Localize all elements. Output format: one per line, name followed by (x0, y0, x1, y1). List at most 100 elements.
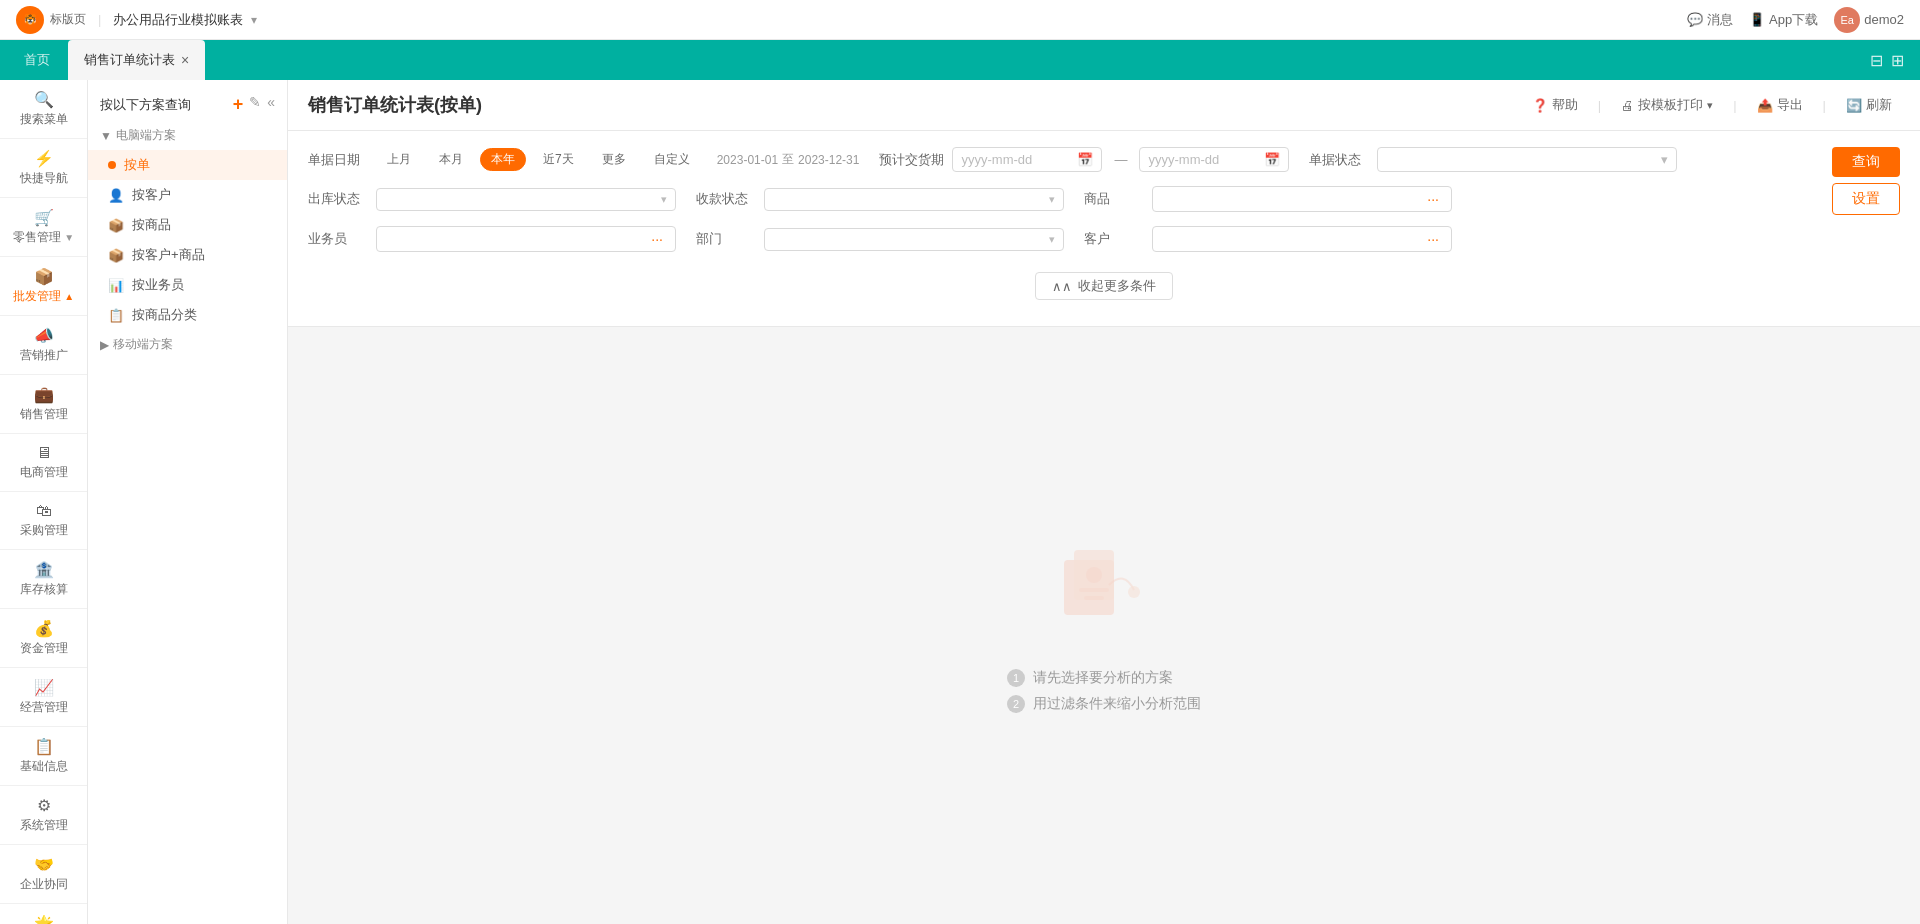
ship-status-select[interactable]: ▾ (376, 188, 676, 211)
sales-label: 销售管理 (20, 407, 68, 421)
sidebar-item-search-menu[interactable]: 🔍 搜索菜单 (0, 80, 87, 139)
message-label: 消息 (1707, 11, 1733, 29)
help-button[interactable]: ❓ 帮助 (1524, 92, 1586, 118)
shortcut-more[interactable]: 更多 (591, 148, 637, 171)
edit-scheme-button[interactable]: ✎ (249, 94, 261, 115)
hint-num-2: 2 (1007, 695, 1025, 713)
expected-date-to-input[interactable]: yyyy-mm-dd 📅 (1139, 147, 1289, 172)
tree-item-by-cust-goods[interactable]: 📦 按客户+商品 (88, 240, 287, 270)
sidebar-item-sales-mgmt[interactable]: 💼 销售管理 (0, 375, 87, 434)
maximize-icon[interactable]: ⊞ (1891, 51, 1904, 70)
sidebar-item-ecommerce[interactable]: 🖥 电商管理 (0, 434, 87, 492)
system-icon: ⚙ (0, 796, 87, 815)
right-main: 销售订单统计表(按单) ❓ 帮助 | 🖨 按模板打印 ▾ | 📤 (288, 80, 1920, 924)
page-title: 销售订单统计表(按单) (308, 93, 482, 117)
system-label: 系统管理 (20, 818, 68, 832)
shortcut-custom[interactable]: 自定义 (643, 148, 701, 171)
sidebar-item-enterprise[interactable]: 🤝 企业协同 (0, 845, 87, 904)
user-label: demo2 (1864, 12, 1904, 27)
logo-text: 🐯 (24, 14, 36, 25)
empty-hint-1: 1 请先选择要分析的方案 (1007, 669, 1201, 687)
by-customer-icon: 👤 (108, 188, 124, 203)
user-initial: Ea (1841, 14, 1854, 26)
salesman-input[interactable]: ··· (376, 226, 676, 252)
ops-label: 经营管理 (20, 700, 68, 714)
sidebar-item-marketing[interactable]: 📣 营销推广 (0, 316, 87, 375)
message-button[interactable]: 💬 消息 (1687, 11, 1733, 29)
app-download-button[interactable]: 📱 App下载 (1749, 11, 1818, 29)
sidebar-item-system[interactable]: ⚙ 系统管理 (0, 786, 87, 845)
refresh-button[interactable]: 🔄 刷新 (1838, 92, 1900, 118)
order-status-label: 单据状态 (1309, 151, 1369, 169)
order-status-select[interactable]: ▾ (1377, 147, 1677, 172)
print-template-button[interactable]: 🖨 按模板打印 ▾ (1613, 92, 1721, 118)
purchase-label: 采购管理 (20, 523, 68, 537)
sales-icon: 💼 (0, 385, 87, 404)
basic-icon: 📋 (0, 737, 87, 756)
purchase-icon: 🛍 (0, 502, 87, 520)
tab-home[interactable]: 首页 (8, 40, 66, 80)
content-area: 按以下方案查询 + ✎ « ▼ 电脑端方案 按单 👤 按客户 (88, 80, 1920, 924)
dept-select[interactable]: ▾ (764, 228, 1064, 251)
minimize-icon[interactable]: ⊟ (1870, 51, 1883, 70)
sidebar-item-basic-info[interactable]: 📋 基础信息 (0, 727, 87, 786)
pay-status-select[interactable]: ▾ (764, 188, 1064, 211)
salesman-ellipsis-button[interactable]: ··· (647, 231, 667, 247)
tree-group-desktop[interactable]: ▼ 电脑端方案 (88, 121, 287, 150)
sidebar-item-wholesale-mgmt[interactable]: 📦 批发管理 ▲ (0, 257, 87, 316)
date-shortcuts: 上月 本月 本年 近7天 更多 自定义 (376, 148, 701, 171)
shortcut-this-year[interactable]: 本年 (480, 148, 526, 171)
query-button[interactable]: 查询 (1832, 147, 1900, 177)
collapse-icon: ∧∧ (1052, 279, 1072, 294)
filter-ship-status: 出库状态 ▾ (308, 188, 676, 211)
by-salesman-icon: 📊 (108, 278, 124, 293)
pay-status-chevron: ▾ (1049, 193, 1055, 206)
expected-date-from-input[interactable]: yyyy-mm-dd 📅 (952, 147, 1102, 172)
tree-item-by-salesman[interactable]: 📊 按业务员 (88, 270, 287, 300)
beginner-icon: 🌟 (0, 914, 87, 924)
tab-sales-order[interactable]: 销售订单统计表 × (68, 40, 205, 80)
date-from-display: 2023-01-01 (717, 153, 778, 167)
breadcrumb-dropdown-icon[interactable]: ▾ (251, 13, 257, 27)
tab-close-icon[interactable]: × (181, 52, 189, 68)
collapse-label: 收起更多条件 (1078, 277, 1156, 295)
sidebar-item-quick-nav[interactable]: ⚡ 快捷导航 (0, 139, 87, 198)
refresh-label: 刷新 (1866, 96, 1892, 114)
user-profile[interactable]: Ea demo2 (1834, 7, 1904, 33)
export-button[interactable]: 📤 导出 (1749, 92, 1811, 118)
sidebar-item-operations[interactable]: 📈 经营管理 (0, 668, 87, 727)
sidebar-item-retail-mgmt[interactable]: 🛒 零售管理 ▼ (0, 198, 87, 257)
nav-tab-actions: ⊟ ⊞ (1870, 40, 1912, 80)
goods-label: 商品 (1084, 190, 1144, 208)
goods-input[interactable]: ··· (1152, 186, 1452, 212)
page-actions: ❓ 帮助 | 🖨 按模板打印 ▾ | 📤 导出 | (1524, 92, 1900, 118)
sidebar-item-beginner[interactable]: 🌟 新手引导 (0, 904, 87, 924)
ecommerce-icon: 🖥 (0, 444, 87, 462)
tree-group-arrow-mobile: ▶ (100, 338, 109, 352)
tree-item-by-goods-cat[interactable]: 📋 按商品分类 (88, 300, 287, 330)
customer-input[interactable]: ··· (1152, 226, 1452, 252)
sidebar-item-finance[interactable]: 💰 资金管理 (0, 609, 87, 668)
print-icon: 🖨 (1621, 98, 1634, 113)
tree-item-by-customer[interactable]: 👤 按客户 (88, 180, 287, 210)
shortcut-this-month[interactable]: 本月 (428, 148, 474, 171)
collapse-panel-button[interactable]: « (267, 94, 275, 115)
refresh-icon: 🔄 (1846, 98, 1862, 113)
setting-button[interactable]: 设置 (1832, 183, 1900, 215)
goods-ellipsis-button[interactable]: ··· (1423, 191, 1443, 207)
app-title: 办公用品行业模拟账表 (113, 11, 243, 29)
enterprise-icon: 🤝 (0, 855, 87, 874)
customer-ellipsis-button[interactable]: ··· (1423, 231, 1443, 247)
sidebar-item-purchase[interactable]: 🛍 采购管理 (0, 492, 87, 550)
finance-icon: 💰 (0, 619, 87, 638)
shortcut-last-month[interactable]: 上月 (376, 148, 422, 171)
add-scheme-button[interactable]: + (233, 94, 244, 115)
tree-item-by-order[interactable]: 按单 (88, 150, 287, 180)
top-bar: 🐯 标版页 | 办公用品行业模拟账表 ▾ 💬 消息 📱 App下载 Ea dem… (0, 0, 1920, 40)
sidebar-item-inventory[interactable]: 🏦 库存核算 (0, 550, 87, 609)
by-cust-goods-label: 按客户+商品 (132, 246, 205, 264)
collapse-more-button[interactable]: ∧∧ 收起更多条件 (1035, 272, 1173, 300)
shortcut-7-days[interactable]: 近7天 (532, 148, 585, 171)
tree-item-by-goods[interactable]: 📦 按商品 (88, 210, 287, 240)
tree-group-mobile[interactable]: ▶ 移动端方案 (88, 330, 287, 359)
